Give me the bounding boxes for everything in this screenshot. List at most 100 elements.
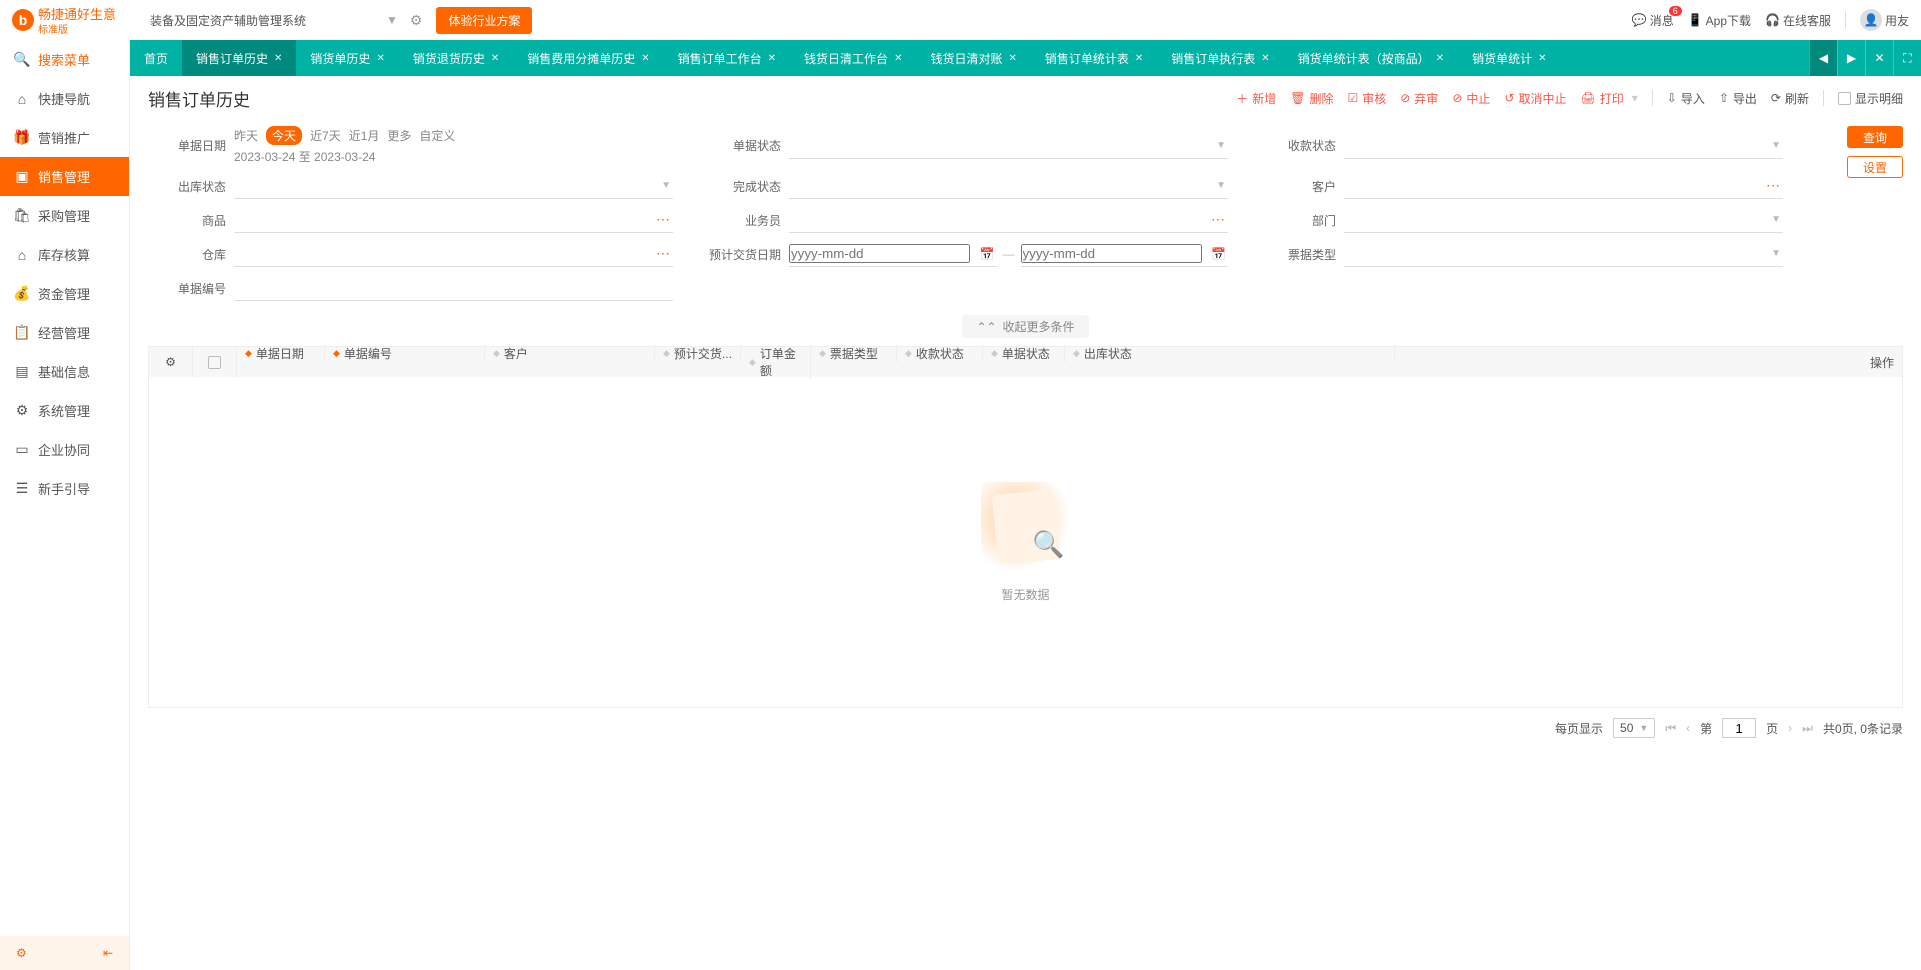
tab[interactable]: 销货单统计表（按商品）✕ [1284, 40, 1458, 76]
finish-status-select[interactable]: ▼ [789, 173, 1228, 199]
date-quick-option[interactable]: 近1月 [349, 127, 380, 144]
bill-no-input[interactable] [234, 281, 673, 295]
page-prev[interactable]: ‹ [1686, 721, 1690, 735]
sidebar-item[interactable]: 📋经营管理 [0, 313, 129, 352]
out-status-select[interactable]: ▼ [234, 173, 673, 199]
table-column-header[interactable]: ◆票据类型 [811, 345, 897, 362]
date-quick-option[interactable]: 昨天 [234, 127, 258, 144]
page-next[interactable]: › [1788, 721, 1792, 735]
warehouse-select[interactable]: ⋯ [234, 241, 673, 267]
system-select[interactable]: 装备及固定资产辅助管理系统 ▼ [150, 12, 398, 29]
setting-button[interactable]: 设置 [1847, 156, 1903, 178]
date-quick-option[interactable]: 近7天 [310, 127, 341, 144]
pay-status-select[interactable]: ▼ [1344, 133, 1783, 159]
tab[interactable]: 首页 [130, 40, 182, 76]
show-detail-checkbox[interactable]: 显示明细 [1838, 90, 1903, 107]
bill-no-input-wrap[interactable] [234, 275, 673, 301]
close-icon[interactable]: ✕ [491, 53, 499, 64]
collapse-icon[interactable]: ⇤ [103, 946, 113, 960]
collapse-filters-button[interactable]: ⌃⌃ 收起更多条件 [962, 315, 1088, 338]
sidebar-item[interactable]: ▤基础信息 [0, 352, 129, 391]
table-column-header[interactable]: ◆收款状态 [897, 345, 983, 362]
messages-button[interactable]: 💬 消息 6 [1632, 12, 1674, 29]
date-quick-option[interactable]: 自定义 [419, 127, 455, 144]
close-icon[interactable]: ✕ [1538, 53, 1546, 64]
add-button[interactable]: ＋新增 [1236, 90, 1276, 107]
tab-scroll-right[interactable]: ▶ [1837, 40, 1865, 76]
tab[interactable]: 销售费用分摊单历史✕ [513, 40, 663, 76]
tab[interactable]: 销售订单工作台✕ [664, 40, 790, 76]
close-icon[interactable]: ✕ [641, 53, 649, 64]
sidebar-item[interactable]: ☰新手引导 [0, 469, 129, 508]
page-last[interactable]: ⏭ [1802, 721, 1813, 736]
sidebar-search[interactable]: 🔍 搜索菜单 [0, 40, 129, 79]
select-all-checkbox[interactable] [193, 347, 237, 377]
tab-scroll-left[interactable]: ◀ [1809, 40, 1837, 76]
tab[interactable]: 钱货日清工作台✕ [790, 40, 916, 76]
date-quick-option[interactable]: 更多 [387, 127, 411, 144]
table-column-header[interactable]: ◆订单金额 [741, 345, 811, 379]
dept-select[interactable]: ▼ [1344, 207, 1783, 233]
export-button[interactable]: ⇧导出 [1719, 90, 1757, 107]
close-icon[interactable]: ✕ [274, 53, 282, 64]
table-column-header[interactable]: ◆单据状态 [983, 345, 1065, 362]
tab-close-all[interactable]: ✕ [1865, 40, 1893, 76]
industry-plan-button[interactable]: 体验行业方案 [436, 7, 532, 34]
sidebar-item[interactable]: ▣销售管理 [0, 157, 129, 196]
online-service-button[interactable]: 🎧 在线客服 [1765, 12, 1831, 29]
stop-button[interactable]: ⊘中止 [1452, 90, 1490, 107]
deliver-date-from-input[interactable] [789, 244, 970, 263]
per-page-select[interactable]: 50▼ [1613, 718, 1655, 738]
delete-button[interactable]: 🗑删除 [1290, 90, 1333, 107]
table-column-header[interactable]: ◆单据编号 [325, 345, 485, 362]
goods-select[interactable]: ⋯ [234, 207, 673, 233]
table-settings-button[interactable]: ⚙ [149, 347, 193, 377]
tab[interactable]: 销售订单历史✕ [182, 40, 296, 76]
tab[interactable]: 销货退货历史✕ [399, 40, 513, 76]
sidebar-item[interactable]: ⚙系统管理 [0, 391, 129, 430]
biz-user-select[interactable]: ⋯ [789, 207, 1228, 233]
close-icon[interactable]: ✕ [1436, 53, 1444, 64]
close-icon[interactable]: ✕ [1008, 53, 1016, 64]
unstop-button[interactable]: ↺取消中止 [1504, 90, 1566, 107]
user-menu[interactable]: 👤 用友 [1860, 9, 1909, 31]
sidebar-item[interactable]: ⌂快捷导航 [0, 79, 129, 118]
print-button[interactable]: 🖨打印▾ [1580, 90, 1637, 107]
fullscreen-icon[interactable]: ⛶ [1893, 40, 1921, 76]
close-icon[interactable]: ✕ [376, 53, 384, 64]
import-button[interactable]: ⇩导入 [1667, 90, 1705, 107]
sidebar-item[interactable]: 🛍采购管理 [0, 196, 129, 235]
table-column-header[interactable]: ◆客户 [485, 345, 655, 362]
close-icon[interactable]: ✕ [894, 53, 902, 64]
app-download-button[interactable]: 📱 App下载 [1688, 12, 1751, 29]
table-column-header[interactable]: ◆出库状态 [1065, 345, 1395, 362]
sidebar-item[interactable]: 🎁营销推广 [0, 118, 129, 157]
tab[interactable]: 销货单历史✕ [296, 40, 398, 76]
deliver-date-to-input[interactable] [1021, 244, 1202, 263]
deliver-date-from[interactable]: 📅 [789, 241, 997, 267]
bill-type-select[interactable]: ▼ [1344, 241, 1783, 267]
abandon-button[interactable]: ⊘弃审 [1400, 90, 1438, 107]
tab[interactable]: 销货单统计✕ [1458, 40, 1560, 76]
deliver-date-to[interactable]: 📅 [1021, 241, 1229, 267]
bill-status-select[interactable]: ▼ [789, 133, 1228, 159]
page-first[interactable]: ⏮ [1665, 721, 1676, 736]
customer-select[interactable]: ⋯ [1344, 173, 1783, 199]
gear-icon[interactable]: ⚙ [410, 12, 423, 29]
search-button[interactable]: 查询 [1847, 126, 1903, 148]
page-input[interactable] [1722, 718, 1756, 738]
refresh-button[interactable]: ⟳刷新 [1771, 90, 1809, 107]
close-icon[interactable]: ✕ [768, 53, 776, 64]
close-icon[interactable]: ✕ [1261, 53, 1269, 64]
tab[interactable]: 销售订单统计表✕ [1031, 40, 1157, 76]
tab[interactable]: 销售订单执行表✕ [1157, 40, 1283, 76]
date-quick-option[interactable]: 今天 [266, 126, 302, 145]
sidebar-item[interactable]: ▭企业协同 [0, 430, 129, 469]
table-column-header[interactable]: ◆预计交货... [655, 345, 741, 362]
table-column-header[interactable]: ◆单据日期 [237, 345, 325, 362]
audit-button[interactable]: ☑审核 [1347, 90, 1386, 107]
sidebar-item[interactable]: 💰资金管理 [0, 274, 129, 313]
close-icon[interactable]: ✕ [1135, 53, 1143, 64]
tab[interactable]: 钱货日清对账✕ [916, 40, 1030, 76]
gear-icon[interactable]: ⚙ [16, 946, 27, 960]
